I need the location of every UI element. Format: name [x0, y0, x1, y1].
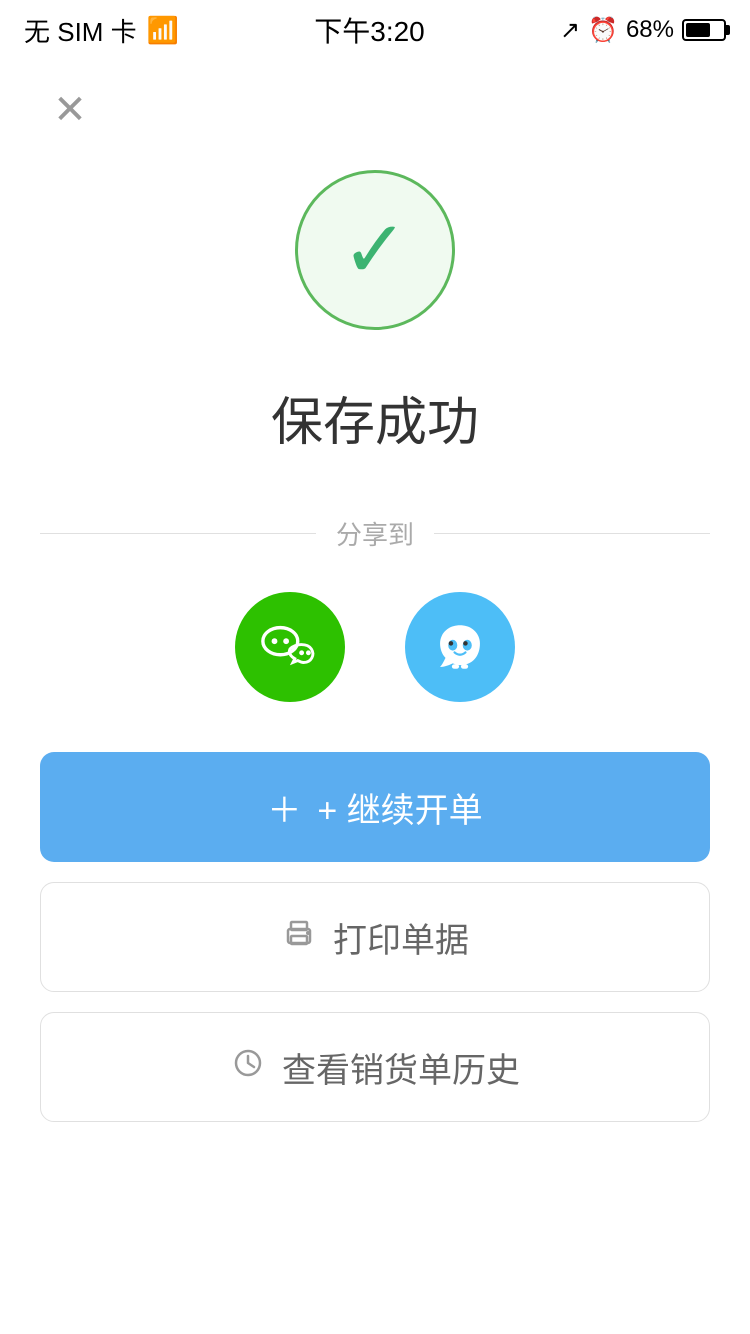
qq-share-button[interactable] — [405, 592, 515, 702]
wechat-icon — [259, 616, 321, 678]
divider-line-right — [434, 533, 710, 534]
status-left: 无 SIM 卡 📶 — [24, 12, 179, 49]
success-circle: ✓ — [295, 170, 455, 330]
continue-button[interactable]: ＋ + 继续开单 — [40, 752, 710, 862]
status-right: ↗ ⏰ 68% — [560, 16, 726, 45]
main-content: ✕ ✓ 保存成功 分享到 — [0, 60, 750, 1162]
battery-container — [682, 19, 726, 41]
divider-label: 分享到 — [336, 515, 414, 552]
battery-percent: 68% — [626, 16, 674, 44]
alarm-icon: ⏰ — [588, 16, 618, 45]
close-button[interactable]: ✕ — [40, 80, 100, 140]
status-time: 下午3:20 — [314, 10, 425, 50]
history-button[interactable]: 查看销货单历史 — [40, 1012, 710, 1122]
continue-label: + 继续开单 — [317, 783, 482, 832]
wifi-icon: 📶 — [147, 15, 179, 46]
close-icon: ✕ — [53, 90, 87, 130]
share-icons — [40, 592, 710, 702]
history-label: 查看销货单历史 — [282, 1043, 520, 1092]
success-title: 保存成功 — [271, 380, 479, 455]
print-icon — [281, 915, 317, 960]
battery-fill — [686, 23, 710, 37]
divider-line-left — [40, 533, 316, 534]
share-section: 分享到 — [40, 515, 710, 702]
print-label: 打印单据 — [333, 913, 469, 962]
qq-icon — [431, 618, 489, 676]
checkmark-icon: ✓ — [341, 210, 408, 290]
no-sim-label: 无 SIM 卡 — [24, 12, 137, 49]
wechat-share-button[interactable] — [235, 592, 345, 702]
history-icon — [230, 1045, 266, 1090]
status-bar: 无 SIM 卡 📶 下午3:20 ↗ ⏰ 68% — [0, 0, 750, 60]
print-button[interactable]: 打印单据 — [40, 882, 710, 992]
plus-icon: ＋ — [267, 783, 301, 832]
battery-box — [682, 19, 726, 41]
action-buttons: ＋ + 继续开单 打印单据 查看销货单历 — [40, 752, 710, 1122]
location-icon: ↗ — [560, 16, 580, 45]
divider-row: 分享到 — [40, 515, 710, 552]
